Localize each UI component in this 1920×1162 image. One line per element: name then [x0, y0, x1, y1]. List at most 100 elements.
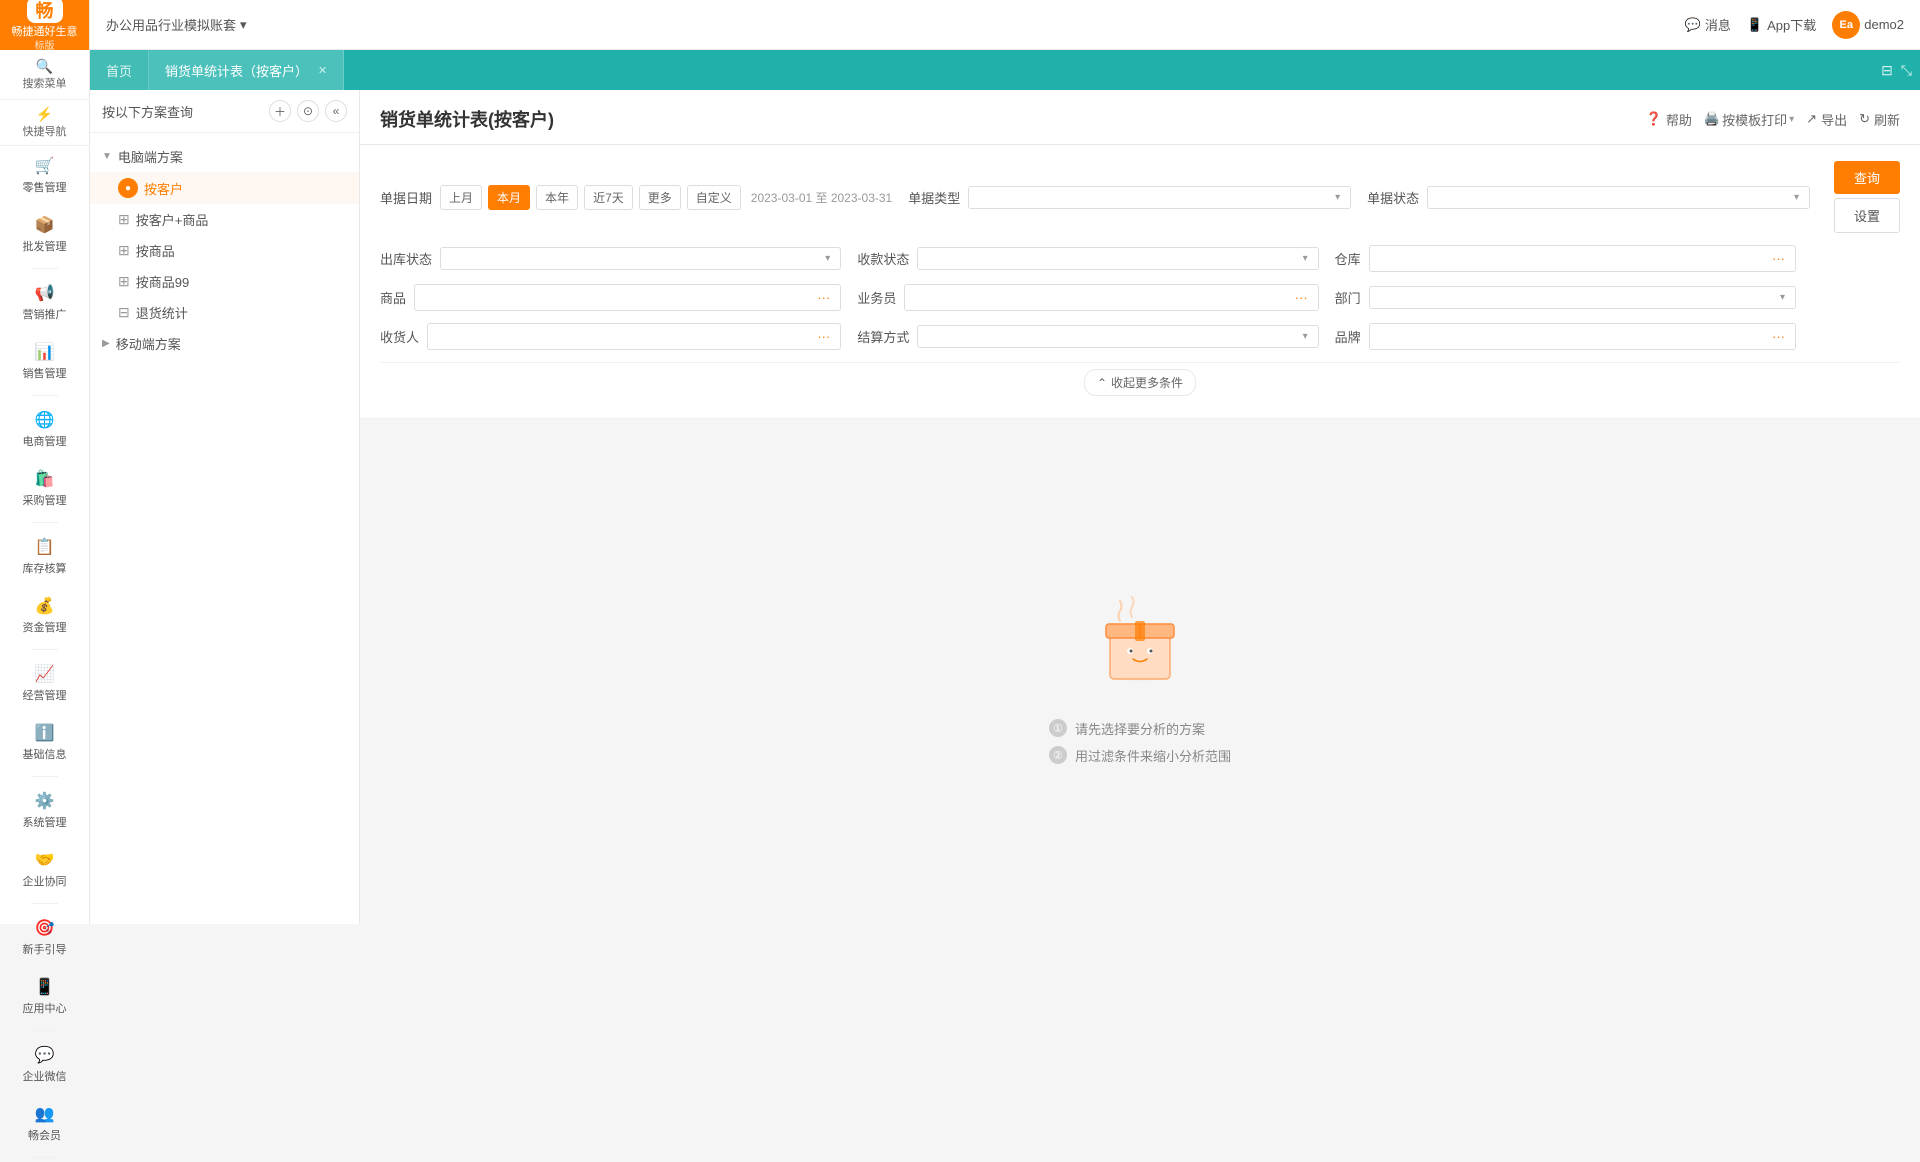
staff-label: 业务员: [857, 288, 896, 307]
sidebar-divider: [31, 903, 57, 904]
order-status-label: 单据状态: [1367, 188, 1419, 207]
brand-label: 品牌: [1335, 327, 1361, 346]
filter-cell-brand: 品牌 ···: [1335, 323, 1796, 350]
sidebar-item-icon-member: 👥: [35, 1104, 55, 1124]
settings-btn[interactable]: 设置: [1834, 198, 1900, 233]
sidebar-item-wechat[interactable]: 💬企业微信: [23, 1035, 67, 1094]
order-type-select[interactable]: ▾: [968, 186, 1351, 209]
out-status-select[interactable]: ▾: [440, 247, 841, 270]
sidebar-item-label-sales: 销售管理: [23, 365, 67, 381]
app-download-btn[interactable]: 📱 App下载: [1747, 15, 1816, 34]
sidebar-item-label-ecommerce: 电商管理: [23, 433, 67, 449]
warehouse-dots-icon: ···: [1772, 251, 1785, 266]
right-content: 销货单统计表(按客户) ❓ 帮助 🖨️ 按模板打印 ▾ ↗ 导出: [360, 90, 1920, 924]
sidebar-item-enterprise[interactable]: 🤝企业协同: [23, 840, 67, 899]
sidebar-item-basic[interactable]: ℹ️基础信息: [23, 713, 67, 772]
goods-input[interactable]: ···: [414, 284, 841, 311]
sidebar-item-label-zero-retail: 零售管理: [23, 179, 67, 195]
date-more-btn[interactable]: 更多: [639, 185, 681, 210]
tree-group-mobile-header[interactable]: ▶ 移动端方案: [90, 328, 359, 359]
date-this-month-btn[interactable]: 本月: [488, 185, 530, 210]
sidebar-item-label-finance: 资金管理: [23, 619, 67, 635]
tree-item-by-goods[interactable]: ⊞ 按商品: [90, 235, 359, 266]
sidebar-item-zero-retail[interactable]: 🛒零售管理: [23, 146, 67, 205]
user-profile[interactable]: Ea demo2: [1832, 11, 1904, 39]
sidebar-item-icon-app-center: 📱: [35, 977, 55, 997]
sidebar-item-wholesale[interactable]: 📦批发管理: [23, 205, 67, 264]
sidebar-item-icon-operations: 📈: [35, 664, 55, 684]
maximize-btn[interactable]: ⤡: [1901, 62, 1912, 79]
staff-input[interactable]: ···: [904, 284, 1318, 311]
tree-group-mobile-label: 移动端方案: [116, 334, 181, 353]
order-type-label: 单据类型: [908, 188, 960, 207]
sidebar-item-inventory[interactable]: 📋库存核算: [23, 527, 67, 586]
empty-illustration: [1080, 579, 1200, 699]
collapse-label: 收起更多条件: [1111, 374, 1183, 391]
order-status-select[interactable]: ▾: [1427, 186, 1810, 209]
date-this-year-btn[interactable]: 本年: [536, 185, 578, 210]
receiver-input[interactable]: ···: [427, 323, 841, 350]
sidebar-item-finance[interactable]: 💰资金管理: [23, 586, 67, 645]
sidebar-divider: [31, 268, 57, 269]
sidebar-item-marketing[interactable]: 📢营销推广: [23, 273, 67, 332]
add-scheme-btn[interactable]: ＋: [269, 100, 291, 122]
collect-status-select[interactable]: ▾: [917, 247, 1318, 270]
print-btn[interactable]: 🖨️ 按模板打印 ▾: [1704, 110, 1794, 129]
edit-scheme-btn[interactable]: ⊙: [297, 100, 319, 122]
industry-select[interactable]: 办公用品行业模拟账套 ▾: [106, 15, 247, 34]
sidebar-item-icon-marketing: 📢: [35, 283, 55, 303]
tree-item-by-goods-99[interactable]: ⊞ 按商品99: [90, 266, 359, 297]
search-menu-btn[interactable]: 🔍 搜索菜单: [0, 50, 89, 100]
sidebar-item-operations[interactable]: 📈经营管理: [23, 654, 67, 713]
department-arrow-icon: ▾: [1780, 292, 1785, 303]
tab-close-btn[interactable]: ✕: [318, 64, 327, 77]
filter-cell-collect-status: 收款状态 ▾: [857, 247, 1318, 270]
department-select[interactable]: ▾: [1369, 286, 1796, 309]
sidebar-item-sales[interactable]: 📊销售管理: [23, 332, 67, 391]
sidebar-item-newbie[interactable]: 🎯新手引导: [23, 908, 67, 967]
collapse-filters-btn[interactable]: ⌃ 收起更多条件: [1084, 369, 1196, 396]
collapse-scheme-btn[interactable]: «: [325, 100, 347, 122]
message-btn[interactable]: 💬 消息: [1685, 15, 1731, 34]
tree-group-pc-header[interactable]: ▼ 电脑端方案: [90, 141, 359, 172]
filter-section: 单据日期 上月 本月 本年 近7天 更多 自定义 2023-03-01 至 20…: [360, 145, 1920, 419]
sidebar-item-ecommerce[interactable]: 🌐电商管理: [23, 400, 67, 459]
out-status-label: 出库状态: [380, 249, 432, 268]
scheme-panel-header: 按以下方案查询 ＋ ⊙ «: [90, 90, 359, 133]
tree-item-return-stats[interactable]: ⊟ 退货统计: [90, 297, 359, 328]
filter-cell-warehouse: 仓库 ···: [1335, 245, 1796, 272]
app-download-label: App下载: [1767, 15, 1816, 34]
minimize-btn[interactable]: ⊟: [1881, 62, 1893, 79]
print-icon: 🖨️: [1704, 111, 1720, 127]
sidebar-item-purchase[interactable]: 🛍️采购管理: [23, 459, 67, 518]
settlement-select[interactable]: ▾: [917, 325, 1318, 348]
tab-home[interactable]: 首页: [90, 50, 149, 90]
sidebar-divider: [31, 649, 57, 650]
export-btn[interactable]: ↗ 导出: [1806, 110, 1847, 129]
tree-item-by-customer[interactable]: ● 按客户: [90, 172, 359, 204]
order-status-arrow-icon: ▾: [1794, 192, 1799, 203]
sidebar-item-member[interactable]: 👥畅会员: [23, 1094, 67, 1153]
empty-state: ① 请先选择要分析的方案 ② 用过滤条件来缩小分析范围: [360, 419, 1920, 924]
refresh-btn[interactable]: ↻ 刷新: [1859, 110, 1900, 129]
quick-nav-btn[interactable]: ⚡ 快捷导航: [0, 100, 89, 146]
sidebar-item-app-center[interactable]: 📱应用中心: [23, 967, 67, 1026]
collect-status-label: 收款状态: [857, 249, 909, 268]
tree-item-by-customer-goods[interactable]: ⊞ 按客户+商品: [90, 204, 359, 235]
help-btn[interactable]: ❓ 帮助: [1646, 110, 1692, 129]
sidebar-item-icon-purchase: 🛍️: [35, 469, 55, 489]
filter-cell-receiver: 收货人 ···: [380, 323, 841, 350]
date-custom-btn[interactable]: 自定义: [687, 185, 741, 210]
print-arrow-icon: ▾: [1789, 114, 1794, 125]
date-7days-btn[interactable]: 近7天: [584, 185, 633, 210]
tab-sales-stats[interactable]: 销货单统计表（按客户） ✕: [149, 50, 344, 90]
page-title: 销货单统计表(按客户): [380, 106, 554, 132]
date-last-month-btn[interactable]: 上月: [440, 185, 482, 210]
query-btn[interactable]: 查询: [1834, 161, 1900, 194]
staff-dots-icon: ···: [1295, 290, 1308, 305]
sidebar-item-system[interactable]: ⚙️系统管理: [23, 781, 67, 840]
receiver-dots-icon: ···: [817, 329, 830, 344]
brand-input[interactable]: ···: [1369, 323, 1796, 350]
topbar-right: 💬 消息 📱 App下载 Ea demo2: [1685, 11, 1904, 39]
warehouse-input[interactable]: ···: [1369, 245, 1796, 272]
